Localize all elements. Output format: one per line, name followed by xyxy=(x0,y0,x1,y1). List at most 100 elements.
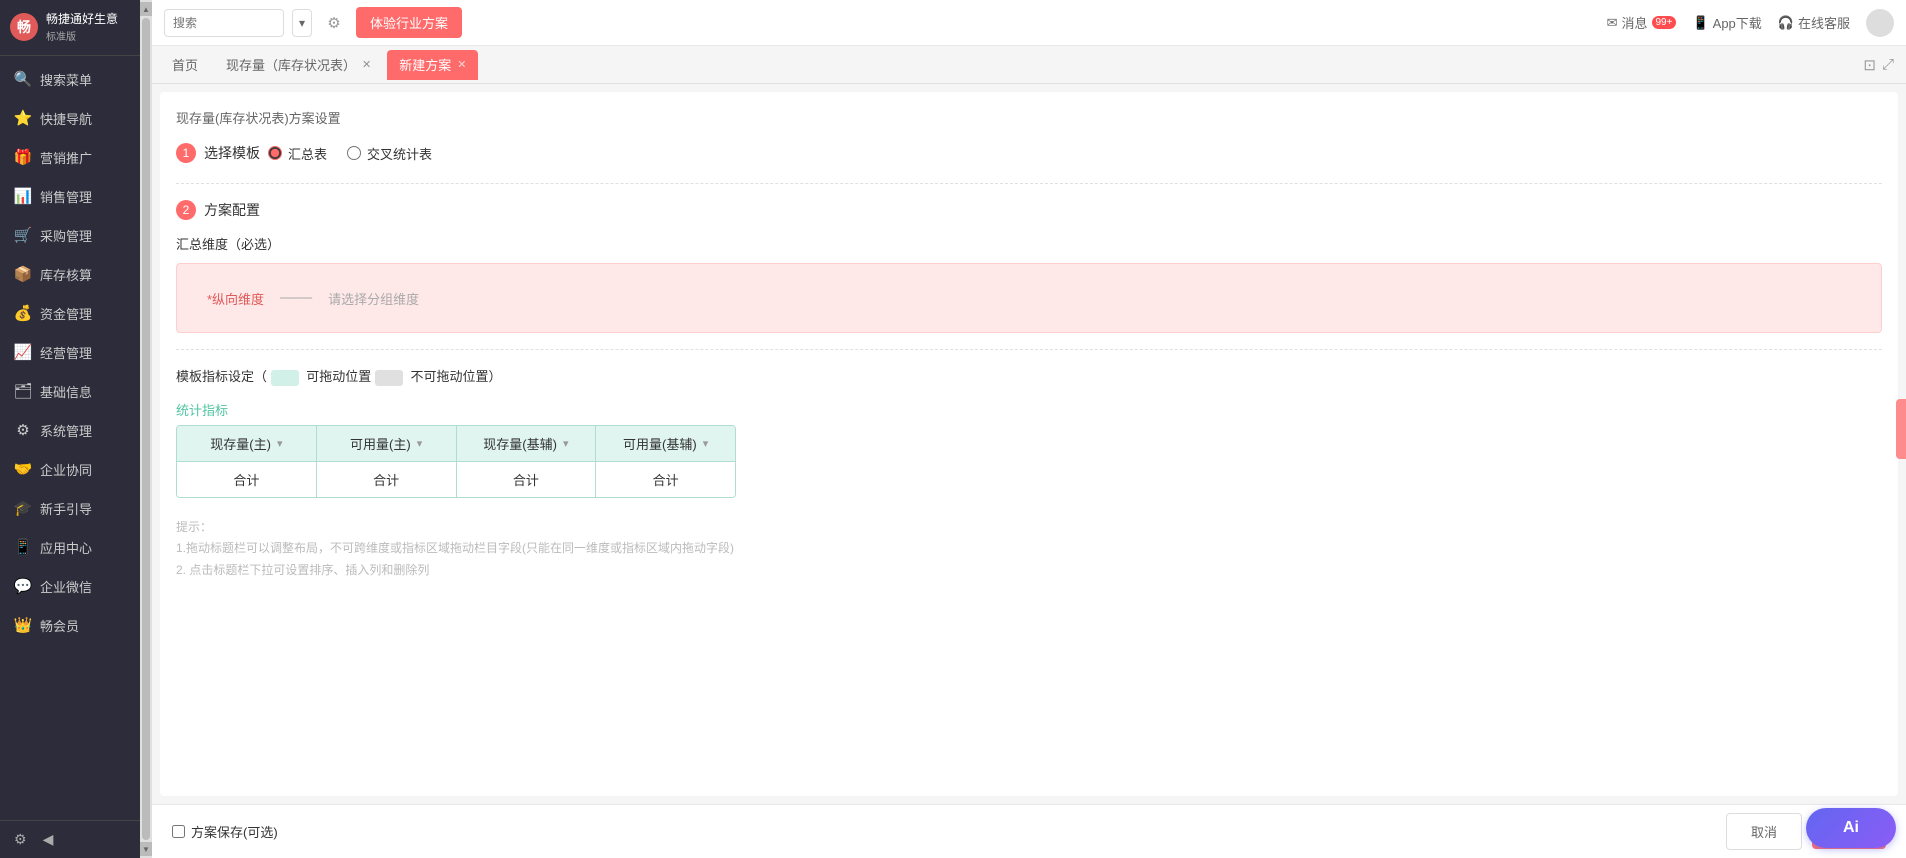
sidebar-item-shortcut[interactable]: ⭐ 快捷导航 xyxy=(0,99,140,138)
tips-area: 提示： 1.拖动标题栏可以调整布局，不可跨维度或指标区域拖动栏目字段(只能在同一… xyxy=(176,517,1882,582)
marketing-icon: 🎁 xyxy=(14,148,32,166)
scroll-down-btn[interactable]: ▼ xyxy=(140,842,152,856)
divider1 xyxy=(176,183,1882,184)
sidebar-item-search[interactable]: 🔍 搜索菜单 xyxy=(0,60,140,99)
stats-body-1: 合计 xyxy=(317,462,457,497)
tab-inventory[interactable]: 现存量（库存状况表） ✕ xyxy=(214,50,383,80)
sidebar-item-system[interactable]: ⚙ 系统管理 xyxy=(0,411,140,450)
logo-icon: 畅 xyxy=(10,13,38,41)
stats-body-row: 合计 合计 合计 合计 xyxy=(177,461,735,497)
tab-inventory-close[interactable]: ✕ xyxy=(362,58,371,71)
tab-new-plan[interactable]: 新建方案 ✕ xyxy=(387,50,478,80)
sidebar-item-marketing[interactable]: 🎁 营销推广 xyxy=(0,138,140,177)
dim-placeholder: 请选择分组维度 xyxy=(328,289,419,308)
stats-col-0[interactable]: 现存量(主) ▾ xyxy=(177,426,317,461)
chevron-down-icon-2: ▾ xyxy=(563,437,569,450)
summary-radio[interactable] xyxy=(268,146,282,160)
sidebar-item-membership[interactable]: 👑 畅会员 xyxy=(0,606,140,645)
tab-home[interactable]: 首页 xyxy=(160,50,210,80)
topbar-search-input[interactable] xyxy=(164,9,284,37)
dim-required-label: *纵向维度 xyxy=(207,289,264,308)
sidebar-item-purchase[interactable]: 🛒 采购管理 xyxy=(0,216,140,255)
scroll-track: ▲ ▼ xyxy=(140,0,152,858)
cross-radio-label[interactable]: 交叉统计表 xyxy=(347,144,432,163)
app-download-btn[interactable]: 📱 App下载 xyxy=(1692,13,1761,32)
sidebar-item-finance[interactable]: 💰 资金管理 xyxy=(0,294,140,333)
sidebar-logo: 畅 畅捷通好生意 标准版 xyxy=(0,0,140,56)
sidebar: 畅 畅捷通好生意 标准版 🔍 搜索菜单 ⭐ 快捷导航 🎁 营销推广 📊 销售管理… xyxy=(0,0,140,858)
message-icon: ✉ xyxy=(1607,15,1618,31)
step1-section: 1 选择模板 汇总表 交叉统计表 xyxy=(176,143,1882,163)
online-service-btn[interactable]: 🎧 在线客服 xyxy=(1778,13,1850,32)
sidebar-footer: ⚙ ◀ xyxy=(0,820,140,858)
scroll-up-btn[interactable]: ▲ xyxy=(140,2,152,16)
topbar: ▾ ⚙ 体验行业方案 ✉ 消息 99+ 📱 App下载 🎧 在线客服 xyxy=(152,0,1906,46)
expand-icon[interactable]: ⤢ xyxy=(1882,56,1894,73)
stats-col-2[interactable]: 现存量(基辅) ▾ xyxy=(457,426,597,461)
sidebar-item-wechat[interactable]: 💬 企业微信 xyxy=(0,567,140,606)
collapse-icon[interactable]: ◀ xyxy=(43,831,54,848)
cross-radio[interactable] xyxy=(347,146,361,160)
apps-icon: 📱 xyxy=(14,538,32,556)
sidebar-item-enterprise[interactable]: 🤝 企业协同 xyxy=(0,450,140,489)
sidebar-item-operations[interactable]: 📈 经营管理 xyxy=(0,333,140,372)
draggable-badge xyxy=(271,370,299,386)
stats-body-2: 合计 xyxy=(457,462,597,497)
step1-badge: 1 xyxy=(176,143,196,163)
stats-header-row: 现存量(主) ▾ 可用量(主) ▾ 现存量(基辅) ▾ xyxy=(177,426,735,461)
save-checkbox[interactable] xyxy=(172,825,185,838)
indicator-setting-label: 模板指标设定（ 可拖动位置 不可拖动位置） xyxy=(176,366,502,386)
sidebar-item-basic[interactable]: 🗂 基础信息 xyxy=(0,372,140,411)
message-btn[interactable]: ✉ 消息 99+ xyxy=(1607,13,1677,32)
dimension-area[interactable]: *纵向维度 —— 请选择分组维度 xyxy=(176,263,1882,333)
chevron-down-icon-3: ▾ xyxy=(703,437,709,450)
tabbar: 首页 现存量（库存状况表） ✕ 新建方案 ✕ ⊡ ⤢ xyxy=(152,46,1906,84)
operations-icon: 📈 xyxy=(14,343,32,361)
save-option: 方案保存(可选) xyxy=(172,822,278,841)
search-icon: 🔍 xyxy=(14,70,32,88)
settings-icon[interactable]: ⚙ xyxy=(14,831,27,848)
sidebar-item-newbie[interactable]: 🎓 新手引导 xyxy=(0,489,140,528)
download-icon: 📱 xyxy=(1692,15,1708,31)
step2-header: 2 方案配置 xyxy=(176,200,1882,220)
page-title: 现存量(库存状况表)方案设置 xyxy=(176,108,1882,127)
divider2 xyxy=(176,349,1882,350)
shortcut-icon: ⭐ xyxy=(14,109,32,127)
wechat-icon: 💬 xyxy=(14,577,32,595)
content-area: 现存量(库存状况表)方案设置 1 选择模板 汇总表 xyxy=(152,84,1906,804)
tab-expand-controls: ⊡ ⤢ xyxy=(1863,56,1894,74)
finance-icon: 💰 xyxy=(14,304,32,322)
template-radio-group: 汇总表 交叉统计表 xyxy=(268,144,432,163)
cancel-button[interactable]: 取消 xyxy=(1726,813,1802,850)
membership-icon: 👑 xyxy=(14,616,32,634)
right-edge-handle[interactable] xyxy=(1896,399,1906,459)
logo-text: 畅捷通好生意 标准版 xyxy=(46,12,118,43)
step2-title: 方案配置 xyxy=(204,200,260,220)
sidebar-item-inventory[interactable]: 📦 库存核算 xyxy=(0,255,140,294)
stats-body-3: 合计 xyxy=(596,462,735,497)
step2-section: 2 方案配置 汇总维度（必选） *纵向维度 —— 请选择分组维度 模板 xyxy=(176,200,1882,581)
enterprise-icon: 🤝 xyxy=(14,460,32,478)
stats-col-1[interactable]: 可用量(主) ▾ xyxy=(317,426,457,461)
sidebar-item-sales[interactable]: 📊 销售管理 xyxy=(0,177,140,216)
stats-col-3[interactable]: 可用量(基辅) ▾ xyxy=(596,426,735,461)
tab-new-plan-close[interactable]: ✕ xyxy=(457,58,466,71)
scroll-thumb[interactable] xyxy=(142,18,150,840)
ai-button[interactable]: Ai xyxy=(1806,808,1896,848)
sidebar-item-apps[interactable]: 📱 应用中心 xyxy=(0,528,140,567)
summary-radio-label[interactable]: 汇总表 xyxy=(268,144,327,163)
dim-arrow: —— xyxy=(280,289,312,307)
dropdown-label: ▾ xyxy=(299,16,305,30)
headset-icon: 🎧 xyxy=(1778,15,1794,31)
topbar-gear-icon[interactable]: ⚙ xyxy=(320,9,348,37)
step1-header: 1 选择模板 汇总表 交叉统计表 xyxy=(176,143,1882,163)
stats-label: 统计指标 xyxy=(176,400,1882,419)
restore-icon[interactable]: ⊡ xyxy=(1863,56,1876,74)
industry-btn[interactable]: 体验行业方案 xyxy=(356,7,462,38)
topbar-right: ✉ 消息 99+ 📱 App下载 🎧 在线客服 xyxy=(1607,9,1894,37)
indicator-row: 模板指标设定（ 可拖动位置 不可拖动位置） xyxy=(176,366,1882,386)
main-area: ▾ ⚙ 体验行业方案 ✉ 消息 99+ 📱 App下载 🎧 在线客服 xyxy=(152,0,1906,858)
user-avatar[interactable] xyxy=(1866,9,1894,37)
newbie-icon: 🎓 xyxy=(14,499,32,517)
topbar-dropdown[interactable]: ▾ xyxy=(292,9,312,37)
